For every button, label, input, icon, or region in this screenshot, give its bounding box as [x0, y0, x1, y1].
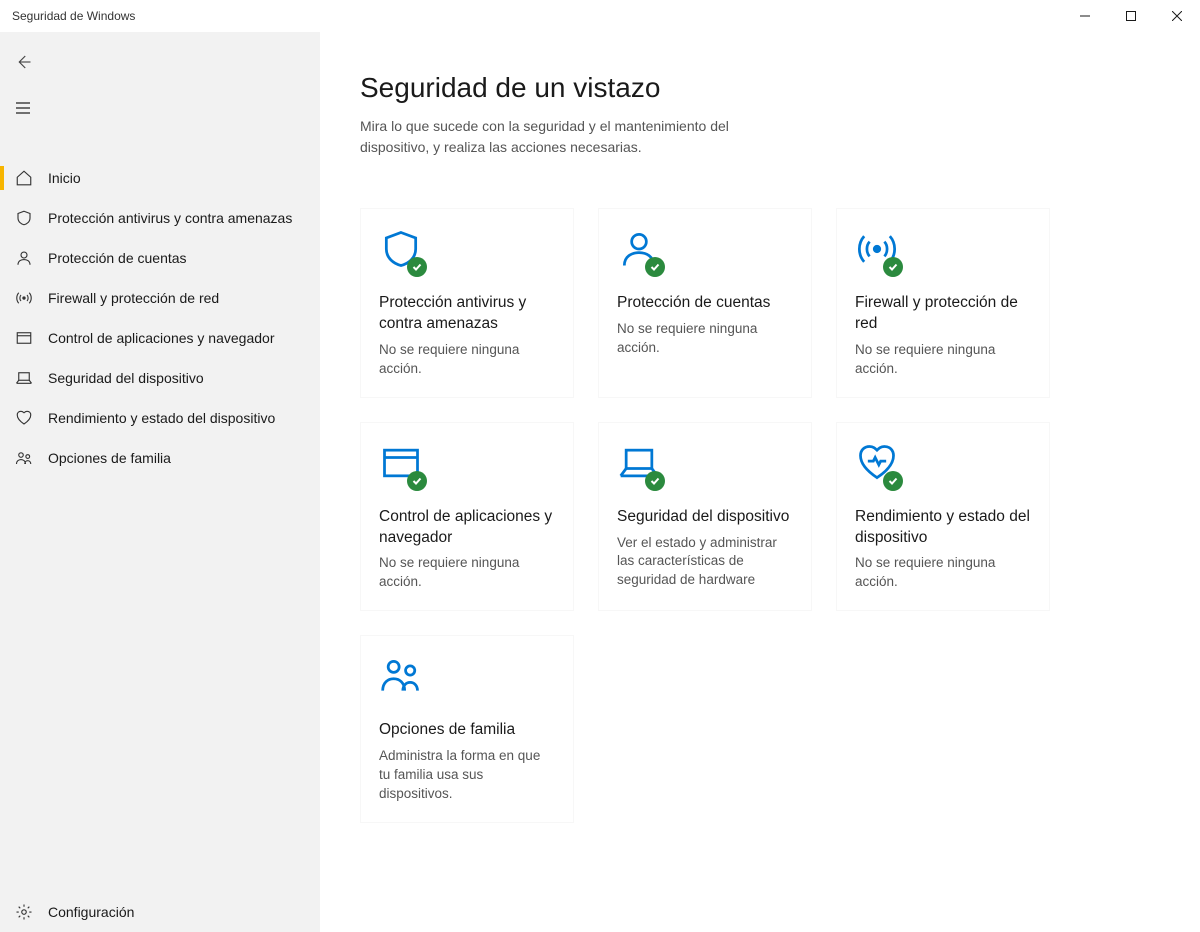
- hamburger-button[interactable]: [0, 88, 320, 128]
- tile-firewall[interactable]: Firewall y protección de red No se requi…: [836, 208, 1050, 398]
- account-icon: [14, 249, 34, 267]
- sidebar-item-label: Control de aplicaciones y navegador: [48, 330, 274, 346]
- check-badge-icon: [645, 471, 665, 491]
- shield-icon: [14, 209, 34, 227]
- back-button[interactable]: [0, 42, 320, 82]
- check-badge-icon: [407, 257, 427, 277]
- sidebar-item-account[interactable]: Protección de cuentas: [0, 238, 320, 278]
- sidebar-item-home[interactable]: Inicio: [0, 158, 320, 198]
- sidebar-item-label: Seguridad del dispositivo: [48, 370, 204, 386]
- tile-title: Seguridad del dispositivo: [617, 507, 793, 528]
- sidebar-item-label: Configuración: [48, 904, 134, 920]
- page-subtitle: Mira lo que sucede con la seguridad y el…: [360, 116, 780, 158]
- tile-status: No se requiere ninguna acción.: [855, 341, 1031, 379]
- tile-status: No se requiere ninguna acción.: [617, 320, 793, 358]
- sidebar-item-label: Protección antivirus y contra amenazas: [48, 210, 292, 226]
- tile-title: Protección de cuentas: [617, 293, 793, 314]
- sidebar-item-label: Rendimiento y estado del dispositivo: [48, 410, 275, 426]
- sidebar-item-label: Firewall y protección de red: [48, 290, 219, 306]
- title-bar: Seguridad de Windows: [0, 0, 1200, 32]
- tile-title: Firewall y protección de red: [855, 293, 1031, 335]
- tile-title: Control de aplicaciones y navegador: [379, 507, 555, 549]
- tile-appbrowser[interactable]: Control de aplicaciones y navegador No s…: [360, 422, 574, 612]
- tile-status: Administra la forma en que tu familia us…: [379, 747, 555, 804]
- sidebar-item-health[interactable]: Rendimiento y estado del dispositivo: [0, 398, 320, 438]
- sidebar-item-label: Opciones de familia: [48, 450, 171, 466]
- window-icon: [14, 329, 34, 347]
- tile-title: Rendimiento y estado del dispositivo: [855, 507, 1031, 549]
- minimize-button[interactable]: [1062, 0, 1108, 32]
- check-badge-icon: [883, 471, 903, 491]
- tile-devicesec[interactable]: Seguridad del dispositivo Ver el estado …: [598, 422, 812, 612]
- sidebar-item-virus[interactable]: Protección antivirus y contra amenazas: [0, 198, 320, 238]
- tile-title: Protección antivirus y contra amenazas: [379, 293, 555, 335]
- tile-family[interactable]: Opciones de familia Administra la forma …: [360, 635, 574, 823]
- sidebar-item-label: Inicio: [48, 170, 81, 186]
- home-icon: [14, 169, 34, 187]
- gear-icon: [14, 903, 34, 921]
- laptop-icon: [14, 369, 34, 387]
- check-badge-icon: [645, 257, 665, 277]
- broadcast-icon: [14, 289, 34, 307]
- tile-virus[interactable]: Protección antivirus y contra amenazas N…: [360, 208, 574, 398]
- sidebar-item-label: Protección de cuentas: [48, 250, 187, 266]
- tile-account[interactable]: Protección de cuentas No se requiere nin…: [598, 208, 812, 398]
- tile-status: Ver el estado y administrar las caracter…: [617, 534, 793, 591]
- check-badge-icon: [883, 257, 903, 277]
- main-content: Seguridad de un vistazo Mira lo que suce…: [320, 32, 1200, 932]
- window-title: Seguridad de Windows: [12, 9, 135, 23]
- tile-title: Opciones de familia: [379, 720, 555, 741]
- heart-icon: [14, 409, 34, 427]
- tile-status: No se requiere ninguna acción.: [855, 554, 1031, 592]
- sidebar-item-devicesec[interactable]: Seguridad del dispositivo: [0, 358, 320, 398]
- tile-status: No se requiere ninguna acción.: [379, 341, 555, 379]
- family-icon: [14, 449, 34, 467]
- sidebar-item-family[interactable]: Opciones de familia: [0, 438, 320, 478]
- sidebar-item-settings[interactable]: Configuración: [0, 892, 320, 932]
- sidebar-item-appbrowser[interactable]: Control de aplicaciones y navegador: [0, 318, 320, 358]
- close-button[interactable]: [1154, 0, 1200, 32]
- maximize-button[interactable]: [1108, 0, 1154, 32]
- tile-status: No se requiere ninguna acción.: [379, 554, 555, 592]
- tile-health[interactable]: Rendimiento y estado del dispositivo No …: [836, 422, 1050, 612]
- page-title: Seguridad de un vistazo: [360, 72, 1200, 104]
- check-badge-icon: [407, 471, 427, 491]
- sidebar-item-firewall[interactable]: Firewall y protección de red: [0, 278, 320, 318]
- sidebar: Inicio Protección antivirus y contra ame…: [0, 32, 320, 932]
- family-icon: [379, 654, 419, 694]
